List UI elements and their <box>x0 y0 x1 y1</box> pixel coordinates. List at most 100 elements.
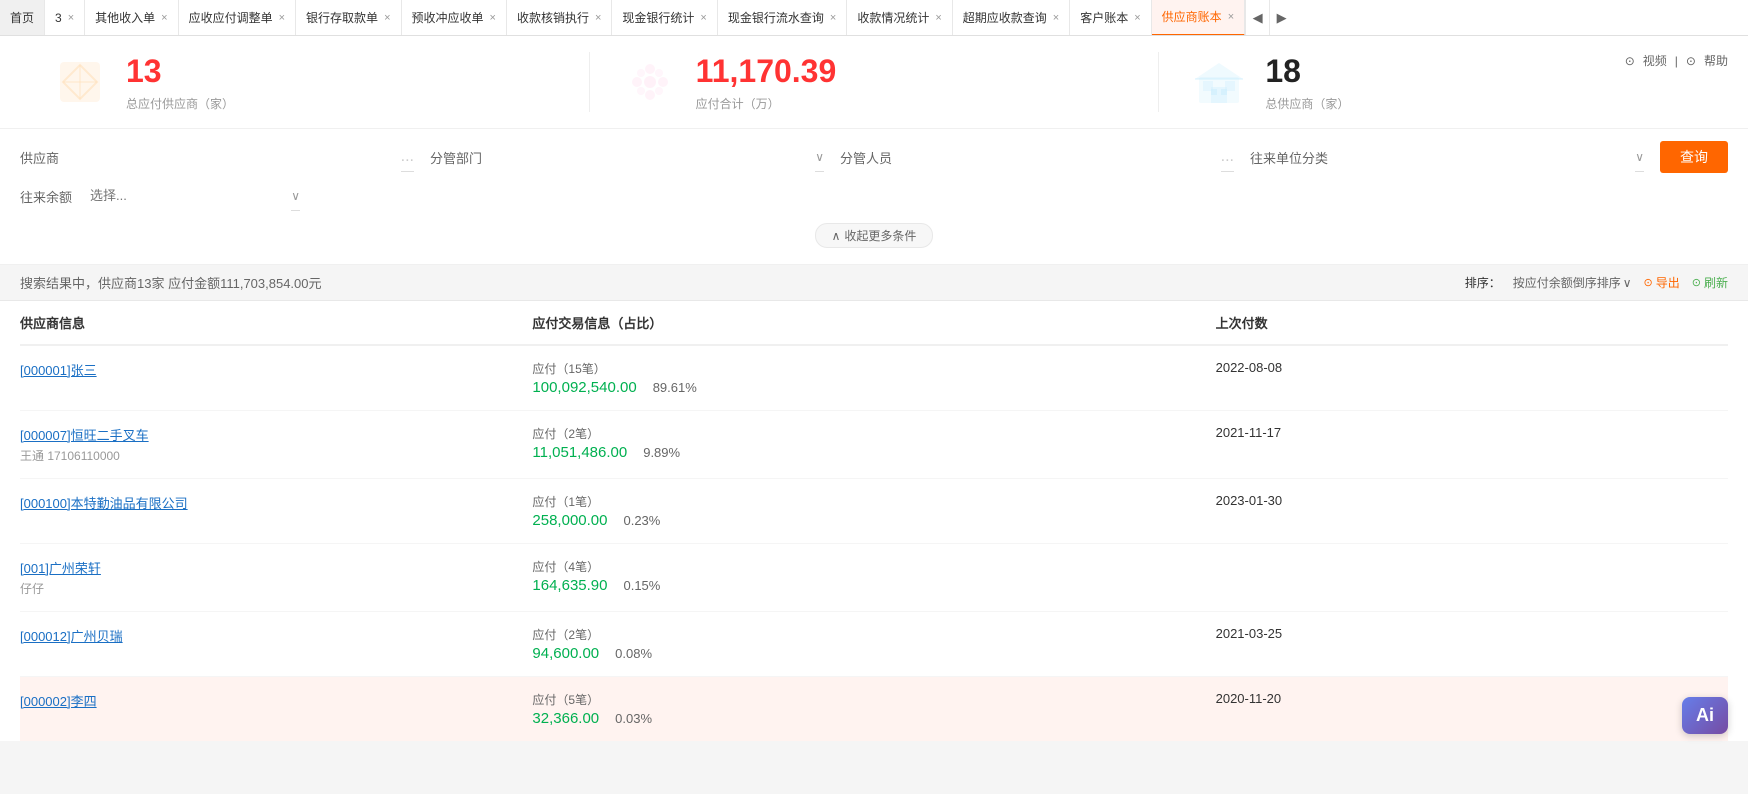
stat-number-payable-total: 11,170.39 <box>696 52 837 90</box>
balance-dropdown-icon[interactable]: ∨ <box>291 189 300 203</box>
sort-dropdown-icon: ∨ <box>1623 276 1632 290</box>
supplier-link-6[interactable]: [000002]李四 <box>20 694 97 709</box>
filter-supplier-input-wrapper: ... <box>86 142 414 172</box>
person-dots-icon[interactable]: ... <box>1221 148 1234 166</box>
nav-tab-supplier-account-close[interactable]: × <box>1228 11 1234 23</box>
nav-tab-other-income-close[interactable]: × <box>161 12 167 24</box>
last-payment-6: 2020-11-20 <box>1216 691 1558 706</box>
dept-input[interactable] <box>496 142 815 172</box>
nav-arrow-right[interactable]: ▶ <box>1269 0 1293 36</box>
txn-percent-1: 89.61% <box>653 380 697 395</box>
supplier-link-1[interactable]: [000001]张三 <box>20 363 97 378</box>
nav-tab-3-label: 3 <box>55 11 62 25</box>
stat-label-payable-suppliers: 总应付供应商（家） <box>126 95 234 112</box>
table-header: 供应商信息 应付交易信息（占比） 上次付数 <box>20 301 1728 346</box>
supplier-dots-icon[interactable]: ... <box>401 148 414 166</box>
txn-percent-3: 0.23% <box>623 513 660 528</box>
nav-tab-collection-exec-close[interactable]: × <box>595 12 601 24</box>
nav-tab-cash-bank-flow-close[interactable]: × <box>830 12 836 24</box>
nav-tab-cash-bank-stats-close[interactable]: × <box>700 12 706 24</box>
nav-tab-supplier-account[interactable]: 供应商账本 × <box>1152 0 1245 36</box>
nav-tab-3-close[interactable]: × <box>68 12 74 24</box>
nav-tab-payable-adjust-close[interactable]: × <box>279 12 285 24</box>
category-input[interactable] <box>1334 142 1635 172</box>
table-row: [001]广州荣轩 仔仔 应付（4笔） 164,635.90 0.15% <box>20 544 1728 612</box>
stat-icon-store <box>1189 52 1249 112</box>
category-dropdown-icon[interactable]: ∨ <box>1635 150 1644 164</box>
nav-tab-prepay-collection-label: 预收冲应收单 <box>412 9 484 26</box>
nav-tab-customer-account-label: 客户账本 <box>1080 9 1128 26</box>
nav-tab-cash-bank-flow[interactable]: 现金银行流水查询 × <box>718 0 847 36</box>
nav-tab-3[interactable]: 3 × <box>45 0 85 36</box>
video-link[interactable]: 视频 <box>1643 52 1667 69</box>
filter-person-input-wrapper: ... <box>906 142 1234 172</box>
col-header-transaction: 应付交易信息（占比） <box>532 313 1215 332</box>
filter-supplier-label: 供应商 <box>20 148 80 167</box>
txn-percent-6: 0.03% <box>615 711 652 726</box>
nav-tab-collection-stats-close[interactable]: × <box>935 12 941 24</box>
export-button[interactable]: ⊙ 导出 <box>1644 274 1680 291</box>
table-row: [000002]李四 应付（5笔） 32,366.00 0.03% 2020-1… <box>20 677 1728 741</box>
circle-icon2: ⊙ <box>1686 54 1696 68</box>
balance-input[interactable] <box>86 181 291 211</box>
txn-amount-1: 100,092,540.00 <box>532 379 636 396</box>
last-payment-date-1: 2022-08-08 <box>1216 360 1283 375</box>
dept-dropdown-icon[interactable]: ∨ <box>815 150 824 164</box>
txn-info-4: 应付（4笔） 164,635.90 0.15% <box>532 558 1215 594</box>
nav-tab-home-label: 首页 <box>10 9 34 26</box>
divider: | <box>1675 54 1678 68</box>
nav-tab-bank-deposit-close[interactable]: × <box>384 12 390 24</box>
sort-value: 按应付余额倒序排序 <box>1513 274 1621 291</box>
top-navigation: 首页 3 × 其他收入单 × 应收应付调整单 × 银行存取款单 × 预收冲应收单… <box>0 0 1748 36</box>
refresh-button[interactable]: ⊙ 刷新 <box>1692 274 1728 291</box>
supplier-link-2[interactable]: [000007]恒旺二手叉车 <box>20 428 149 443</box>
nav-tab-other-income[interactable]: 其他收入单 × <box>85 0 178 36</box>
sort-select[interactable]: 按应付余额倒序排序 ∨ <box>1513 274 1632 291</box>
export-label: 导出 <box>1656 274 1680 291</box>
help-link[interactable]: 帮助 <box>1704 52 1728 69</box>
filter-category-label: 往来单位分类 <box>1250 148 1328 167</box>
col-header-supplier: 供应商信息 <box>20 313 532 332</box>
txn-amount-2: 11,051,486.00 <box>532 444 627 461</box>
nav-tab-home[interactable]: 首页 <box>0 0 45 36</box>
filter-category: 往来单位分类 ∨ <box>1250 142 1644 172</box>
nav-tab-collection-stats[interactable]: 收款情况统计 × <box>847 0 952 36</box>
filter-row-1: 供应商 ... 分管部门 ∨ 分管人员 ... 往来单位分类 <box>20 141 1728 173</box>
last-payment-5: 2021-03-25 <box>1216 626 1558 641</box>
results-summary: 搜索结果中，供应商13家 应付金额111,703,854.00元 <box>20 273 322 292</box>
supplier-link-4[interactable]: [001]广州荣轩 <box>20 561 101 576</box>
nav-tab-customer-account-close[interactable]: × <box>1134 12 1140 24</box>
nav-tab-prepay-collection-close[interactable]: × <box>490 12 496 24</box>
nav-tab-overdue-query-close[interactable]: × <box>1053 12 1059 24</box>
person-input[interactable] <box>906 142 1221 172</box>
nav-tab-bank-deposit[interactable]: 银行存取款单 × <box>296 0 401 36</box>
stat-icon-diamond <box>50 52 110 112</box>
nav-tab-collection-exec-label: 收款核销执行 <box>517 9 589 26</box>
nav-tab-prepay-collection[interactable]: 预收冲应收单 × <box>402 0 507 36</box>
col-header-extra <box>1557 313 1728 332</box>
filter-category-input-wrapper: ∨ <box>1334 142 1644 172</box>
supplier-link-5[interactable]: [000012]广州贝瑞 <box>20 629 123 644</box>
filter-balance-label: 往来余额 <box>20 187 80 206</box>
filter-person: 分管人员 ... <box>840 142 1234 172</box>
nav-tab-collection-exec[interactable]: 收款核销执行 × <box>507 0 612 36</box>
stats-header: 13 总应付供应商（家） 11,170.39 应付合计（万） <box>0 36 1748 129</box>
collapse-button[interactable]: ∧ 收起更多条件 <box>815 223 934 248</box>
stat-label-payable-total: 应付合计（万） <box>696 95 837 112</box>
supplier-link-3[interactable]: [000100]本特勤油品有限公司 <box>20 496 188 511</box>
supplier-input[interactable] <box>86 142 401 172</box>
txn-percent-4: 0.15% <box>623 578 660 593</box>
nav-tab-cash-bank-stats[interactable]: 现金银行统计 × <box>612 0 717 36</box>
filter-balance-input-wrapper: ∨ <box>86 181 300 211</box>
nav-arrow-left[interactable]: ◀ <box>1245 0 1269 36</box>
nav-tab-customer-account[interactable]: 客户账本 × <box>1070 0 1151 36</box>
supplier-info-4: [001]广州荣轩 仔仔 <box>20 558 532 597</box>
filter-supplier: 供应商 ... <box>20 142 414 172</box>
ai-badge-label: Ai <box>1696 705 1714 725</box>
nav-tab-overdue-query[interactable]: 超期应收款查询 × <box>953 0 1070 36</box>
nav-tab-payable-adjust[interactable]: 应收应付调整单 × <box>179 0 296 36</box>
ai-badge[interactable]: Ai <box>1682 697 1728 734</box>
txn-info-6: 应付（5笔） 32,366.00 0.03% <box>532 691 1215 727</box>
query-button[interactable]: 查询 <box>1660 141 1728 173</box>
stat-number-total-suppliers: 18 <box>1265 52 1349 90</box>
